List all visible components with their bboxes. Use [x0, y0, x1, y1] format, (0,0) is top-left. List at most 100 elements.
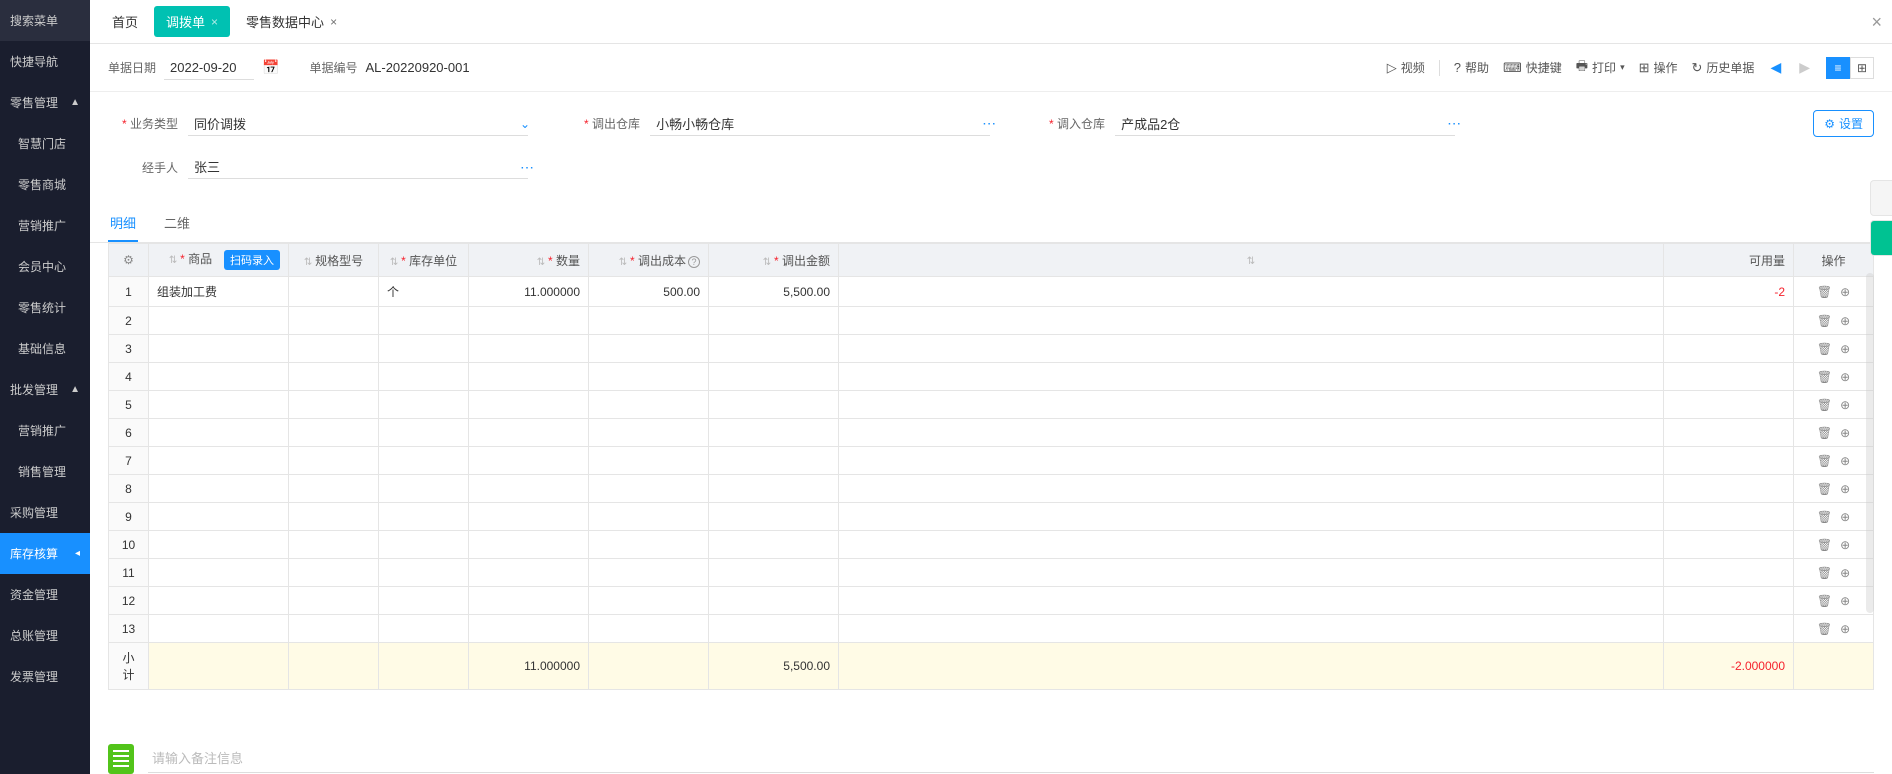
- add-row-icon[interactable]: ⊕: [1840, 622, 1850, 636]
- sidebar-item-fund-mgmt[interactable]: 资金管理: [0, 574, 90, 615]
- add-row-icon[interactable]: ⊕: [1840, 426, 1850, 440]
- card-view-button[interactable]: ⊞: [1850, 57, 1874, 79]
- ops-button[interactable]: ⊞操作: [1639, 59, 1678, 76]
- delete-row-icon[interactable]: 🗑: [1817, 370, 1832, 384]
- prev-doc-button[interactable]: ◀: [1768, 59, 1783, 76]
- add-row-icon[interactable]: ⊕: [1840, 454, 1850, 468]
- close-icon[interactable]: ×: [330, 15, 337, 29]
- float-tab-1[interactable]: [1870, 180, 1892, 216]
- table-row[interactable]: 3🗑⊕: [109, 335, 1874, 363]
- delete-row-icon[interactable]: 🗑: [1817, 510, 1832, 524]
- sidebar-item-ledger-mgmt[interactable]: 总账管理: [0, 615, 90, 656]
- delete-row-icon[interactable]: 🗑: [1817, 398, 1832, 412]
- sidebar-item-quick-nav[interactable]: 快捷导航: [0, 41, 90, 82]
- tab-retail-data-center[interactable]: 零售数据中心×: [234, 6, 349, 37]
- delete-row-icon[interactable]: 🗑: [1817, 538, 1832, 552]
- help-icon[interactable]: ?: [688, 256, 700, 268]
- col-unit[interactable]: 库存单位: [401, 254, 457, 268]
- remark-input[interactable]: [148, 745, 1874, 773]
- delete-row-icon[interactable]: 🗑: [1817, 482, 1832, 496]
- add-row-icon[interactable]: ⊕: [1840, 538, 1850, 552]
- delete-row-icon[interactable]: 🗑: [1817, 342, 1832, 356]
- delete-row-icon[interactable]: 🗑: [1817, 594, 1832, 608]
- col-product[interactable]: 商品: [180, 252, 212, 266]
- delete-row-icon[interactable]: 🗑: [1817, 622, 1832, 636]
- print-button[interactable]: 🖶打印▾: [1576, 57, 1625, 79]
- list-view-button[interactable]: ≡: [1826, 57, 1850, 79]
- table-row[interactable]: 7🗑⊕: [109, 447, 1874, 475]
- delete-row-icon[interactable]: 🗑: [1817, 314, 1832, 328]
- col-amount[interactable]: 调出金额: [774, 254, 830, 268]
- col-qty[interactable]: 数量: [548, 254, 580, 268]
- add-row-icon[interactable]: ⊕: [1840, 594, 1850, 608]
- add-row-icon[interactable]: ⊕: [1840, 482, 1850, 496]
- delete-row-icon[interactable]: 🗑: [1817, 566, 1832, 580]
- next-doc-button[interactable]: ▶: [1797, 59, 1812, 76]
- col-cost[interactable]: 调出成本: [630, 254, 686, 268]
- sidebar-item-marketing-2[interactable]: 营销推广: [0, 410, 90, 451]
- table-row[interactable]: 10🗑⊕: [109, 531, 1874, 559]
- col-blank[interactable]: [839, 244, 1664, 277]
- calendar-icon[interactable]: 📅: [262, 59, 279, 76]
- scrollbar[interactable]: [1866, 273, 1874, 613]
- table-row[interactable]: 11🗑⊕: [109, 559, 1874, 587]
- sidebar-item-inventory[interactable]: 库存核算◂: [0, 533, 90, 574]
- col-spec[interactable]: 规格型号: [289, 244, 379, 277]
- add-row-icon[interactable]: ⊕: [1840, 370, 1850, 384]
- sidebar-item-marketing[interactable]: 营销推广: [0, 205, 90, 246]
- table-row[interactable]: 2🗑⊕: [109, 307, 1874, 335]
- settings-button[interactable]: ⚙设置: [1813, 110, 1874, 137]
- subtab-detail[interactable]: 明细: [108, 205, 138, 242]
- sidebar-item-search-menu[interactable]: 搜索菜单: [0, 0, 90, 41]
- tab-transfer-order[interactable]: 调拨单×: [154, 6, 230, 37]
- history-button[interactable]: ↻历史单据: [1692, 59, 1755, 76]
- more-icon[interactable]: ⋯: [982, 115, 995, 132]
- note-icon[interactable]: [108, 744, 134, 774]
- table-row[interactable]: 5🗑⊕: [109, 391, 1874, 419]
- table-row[interactable]: 12🗑⊕: [109, 587, 1874, 615]
- more-icon[interactable]: ⋯: [1447, 115, 1460, 132]
- tab-home[interactable]: 首页: [100, 6, 150, 37]
- table-row[interactable]: 13🗑⊕: [109, 615, 1874, 643]
- subtab-2d[interactable]: 二维: [162, 205, 192, 242]
- biz-type-select[interactable]: [188, 112, 528, 136]
- delete-row-icon[interactable]: 🗑: [1817, 426, 1832, 440]
- doc-date-input[interactable]: [164, 56, 254, 80]
- table-row[interactable]: 8🗑⊕: [109, 475, 1874, 503]
- add-row-icon[interactable]: ⊕: [1840, 342, 1850, 356]
- sidebar-item-sales-mgmt[interactable]: 销售管理: [0, 451, 90, 492]
- sidebar-item-wholesale-mgmt[interactable]: 批发管理▲: [0, 369, 90, 410]
- table-row[interactable]: 1组装加工费个11.000000500.005,500.00-2🗑⊕: [109, 277, 1874, 307]
- col-avail[interactable]: 可用量: [1664, 244, 1794, 277]
- add-row-icon[interactable]: ⊕: [1840, 510, 1850, 524]
- close-all-tabs-icon[interactable]: ×: [1871, 12, 1882, 33]
- table-row[interactable]: 6🗑⊕: [109, 419, 1874, 447]
- delete-row-icon[interactable]: 🗑: [1817, 285, 1832, 299]
- hotkey-button[interactable]: ⌨快捷键: [1503, 59, 1562, 76]
- add-row-icon[interactable]: ⊕: [1840, 285, 1850, 299]
- video-button[interactable]: ▷视频: [1387, 59, 1425, 76]
- sidebar-item-retail-mall[interactable]: 零售商城: [0, 164, 90, 205]
- chevron-down-icon[interactable]: ⌄: [520, 117, 530, 131]
- more-icon[interactable]: ⋯: [520, 159, 533, 176]
- sidebar-item-retail-mgmt[interactable]: 零售管理▲: [0, 82, 90, 123]
- scan-entry-button[interactable]: 扫码录入: [224, 250, 280, 270]
- help-button[interactable]: ?帮助: [1454, 59, 1489, 76]
- sidebar-item-smart-store[interactable]: 智慧门店: [0, 123, 90, 164]
- table-row[interactable]: 4🗑⊕: [109, 363, 1874, 391]
- gear-icon[interactable]: ⚙: [123, 253, 134, 267]
- delete-row-icon[interactable]: 🗑: [1817, 454, 1832, 468]
- sidebar-item-retail-stats[interactable]: 零售统计: [0, 287, 90, 328]
- handler-select[interactable]: [188, 155, 528, 179]
- add-row-icon[interactable]: ⊕: [1840, 566, 1850, 580]
- sidebar-item-basic-info[interactable]: 基础信息: [0, 328, 90, 369]
- sidebar-item-purchase-mgmt[interactable]: 采购管理: [0, 492, 90, 533]
- float-tab-2[interactable]: [1870, 220, 1892, 256]
- add-row-icon[interactable]: ⊕: [1840, 314, 1850, 328]
- table-row[interactable]: 9🗑⊕: [109, 503, 1874, 531]
- sidebar-item-invoice-mgmt[interactable]: 发票管理: [0, 656, 90, 697]
- sidebar-item-member-center[interactable]: 会员中心: [0, 246, 90, 287]
- close-icon[interactable]: ×: [211, 15, 218, 29]
- in-wh-select[interactable]: [1115, 112, 1455, 136]
- add-row-icon[interactable]: ⊕: [1840, 398, 1850, 412]
